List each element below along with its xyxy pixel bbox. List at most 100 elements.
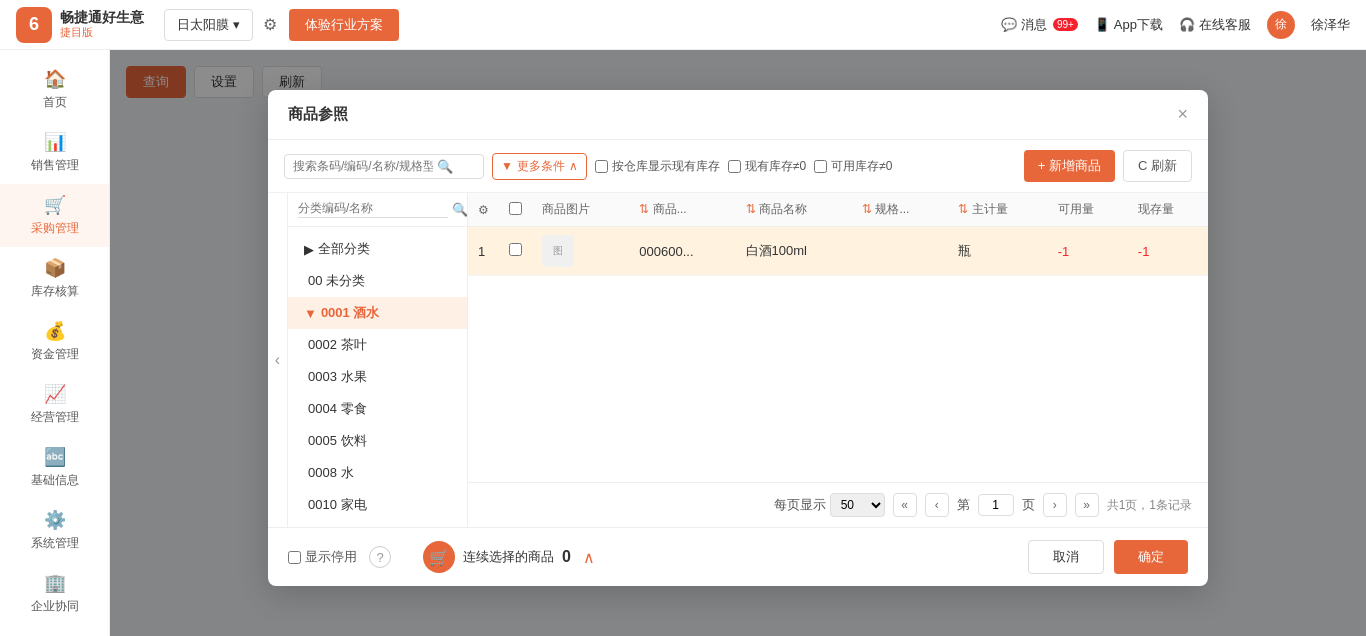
sidebar-item-7[interactable]: ⚙️系统管理 bbox=[0, 499, 109, 562]
col-checkbox[interactable] bbox=[499, 193, 532, 227]
pagination: 每页显示 50 100 200 « ‹ 第 页 bbox=[468, 482, 1208, 527]
sidebar-item-1[interactable]: 📊 销售管理 bbox=[0, 121, 109, 184]
table-header: ⚙ 商品图片 ⇅ 商品... ⇅ 商品名称 ⇅ 规格... ⇅ 主计量 可用量 bbox=[468, 193, 1208, 227]
sidebar-label-5: 经营管理 bbox=[31, 409, 79, 426]
help-icon[interactable]: ? bbox=[369, 546, 391, 568]
category-item-8[interactable]: 0010 家电 bbox=[288, 489, 467, 521]
select-all-checkbox[interactable] bbox=[509, 202, 522, 215]
product-thumb-0: 图 bbox=[542, 235, 574, 267]
sidebar-item-5[interactable]: 📈 经营管理 bbox=[0, 373, 109, 436]
trial-button[interactable]: 体验行业方案 bbox=[289, 9, 399, 41]
sort-name-icon: ⇅ bbox=[746, 202, 756, 216]
logo-text: 畅捷通好生意 bbox=[60, 9, 144, 26]
table-row[interactable]: 1 图 000600... 白酒100ml 瓶 -1 -1 bbox=[468, 227, 1208, 276]
col-image-label: 商品图片 bbox=[542, 202, 590, 216]
sidebar-icon-5: 📈 bbox=[44, 383, 66, 405]
show-disabled-label[interactable]: 显示停用 bbox=[288, 548, 357, 566]
filter-collapse-icon: ∧ bbox=[569, 159, 578, 173]
next-page-button[interactable]: › bbox=[1043, 493, 1067, 517]
cell-index-0: 1 bbox=[468, 227, 499, 276]
confirm-button[interactable]: 确定 bbox=[1114, 540, 1188, 574]
page-size-select[interactable]: 50 100 200 bbox=[830, 493, 885, 517]
settings-icon[interactable]: ⚙ bbox=[263, 15, 277, 34]
cancel-button[interactable]: 取消 bbox=[1028, 540, 1104, 574]
page-input[interactable] bbox=[978, 494, 1014, 516]
sidebar-item-3[interactable]: 📦 库存核算 bbox=[0, 247, 109, 310]
cell-checkbox-0[interactable] bbox=[499, 227, 532, 276]
logo-icon: 6 bbox=[16, 7, 52, 43]
filter-label: 更多条件 bbox=[517, 158, 565, 175]
show-disabled-checkbox[interactable] bbox=[288, 551, 301, 564]
cat-label-2: 0001 酒水 bbox=[321, 304, 380, 322]
filter-button[interactable]: ▼ 更多条件 ∧ bbox=[492, 153, 587, 180]
category-item-7[interactable]: 0008 水 bbox=[288, 457, 467, 489]
category-item-4[interactable]: 0003 水果 bbox=[288, 361, 467, 393]
col-unit[interactable]: ⇅ 主计量 bbox=[948, 193, 1047, 227]
category-search-input[interactable] bbox=[298, 201, 448, 218]
page-label: 第 bbox=[957, 496, 970, 514]
page-total-info: 共1页，1条记录 bbox=[1107, 497, 1192, 514]
category-item-5[interactable]: 0004 零食 bbox=[288, 393, 467, 425]
panel-collapse-button[interactable]: ‹ bbox=[268, 193, 288, 527]
cat-label-5: 0004 零食 bbox=[308, 400, 367, 418]
sidebar: 🏠首页 📊 销售管理 🛒采购管理 📦 库存核算 💰资金管理 📈 经营管理 🔤基础信息⚙️系统管理🏢… bbox=[0, 50, 110, 636]
cat-expand-icon-2: ▼ bbox=[304, 306, 317, 321]
col-settings[interactable]: ⚙ bbox=[468, 193, 499, 227]
sidebar-icon-3: 📦 bbox=[44, 257, 66, 279]
col-image: 商品图片 bbox=[532, 193, 629, 227]
col-name[interactable]: ⇅ 商品名称 bbox=[736, 193, 853, 227]
sidebar-item-8[interactable]: 🏢企业协同 bbox=[0, 562, 109, 625]
col-spec[interactable]: ⇅ 规格... bbox=[852, 193, 948, 227]
first-page-button[interactable]: « bbox=[893, 493, 917, 517]
category-item-0[interactable]: ▶ 全部分类 bbox=[288, 233, 467, 265]
search-input[interactable] bbox=[293, 159, 433, 173]
available-stock-checkbox-label[interactable]: 可用库存≠0 bbox=[814, 158, 892, 175]
avatar[interactable]: 徐 bbox=[1267, 11, 1295, 39]
message-icon: 💬 bbox=[1001, 17, 1017, 32]
sidebar-label-1: 销售管理 bbox=[31, 157, 79, 174]
warehouse-checkbox[interactable] bbox=[595, 160, 608, 173]
sidebar-label-3: 库存核算 bbox=[31, 283, 79, 300]
col-code[interactable]: ⇅ 商品... bbox=[629, 193, 735, 227]
username-initials: 徐 bbox=[1275, 16, 1287, 33]
available-stock-checkbox[interactable] bbox=[814, 160, 827, 173]
nav-right: 💬 消息 99+ 📱 App下载 🎧 在线客服 徐 徐泽华 bbox=[1001, 11, 1350, 39]
store-selector[interactable]: 日太阳膜 ▾ bbox=[164, 9, 253, 41]
modal-close-button[interactable]: × bbox=[1177, 104, 1188, 125]
navbar: 6 畅捷通好生意 捷目版 日太阳膜 ▾ ⚙ 体验行业方案 💬 消息 99+ 📱 … bbox=[0, 0, 1366, 50]
page-of-label: 页 bbox=[1022, 496, 1035, 514]
sidebar-item-0[interactable]: 🏠首页 bbox=[0, 58, 109, 121]
cart-text: 连续选择的商品 bbox=[463, 548, 554, 566]
category-search-icon: 🔍 bbox=[452, 202, 468, 217]
logo: 6 畅捷通好生意 捷目版 bbox=[16, 7, 144, 43]
category-item-3[interactable]: 0002 茶叶 bbox=[288, 329, 467, 361]
cart-collapse-icon[interactable]: ∧ bbox=[583, 548, 595, 567]
add-product-button[interactable]: + 新增商品 bbox=[1024, 150, 1115, 182]
prev-page-button[interactable]: ‹ bbox=[925, 493, 949, 517]
messages-item[interactable]: 💬 消息 99+ bbox=[1001, 16, 1078, 34]
app-download-item[interactable]: 📱 App下载 bbox=[1094, 16, 1163, 34]
current-stock-checkbox[interactable] bbox=[728, 160, 741, 173]
current-stock-checkbox-label[interactable]: 现有库存≠0 bbox=[728, 158, 806, 175]
row-checkbox-0[interactable] bbox=[509, 243, 522, 256]
category-item-1[interactable]: 00 未分类 bbox=[288, 265, 467, 297]
refresh-button[interactable]: C 刷新 bbox=[1123, 150, 1192, 182]
show-disabled-text: 显示停用 bbox=[305, 548, 357, 566]
sidebar-icon-1: 📊 bbox=[44, 131, 66, 153]
messages-badge: 99+ bbox=[1053, 18, 1078, 31]
table-panel: ⚙ 商品图片 ⇅ 商品... ⇅ 商品名称 ⇅ 规格... ⇅ 主计量 可用量 bbox=[468, 193, 1208, 527]
last-page-button[interactable]: » bbox=[1075, 493, 1099, 517]
sidebar-item-2[interactable]: 🛒采购管理 bbox=[0, 184, 109, 247]
page-size-label: 每页显示 bbox=[774, 496, 826, 514]
cat-label-6: 0005 饮料 bbox=[308, 432, 367, 450]
online-service-item[interactable]: 🎧 在线客服 bbox=[1179, 16, 1251, 34]
sidebar-label-7: 系统管理 bbox=[31, 535, 79, 552]
category-item-6[interactable]: 0005 饮料 bbox=[288, 425, 467, 457]
sidebar-item-9[interactable]: 🎯新手引导 bbox=[0, 625, 109, 636]
sidebar-item-4[interactable]: 💰资金管理 bbox=[0, 310, 109, 373]
category-item-2[interactable]: ▼ 0001 酒水 bbox=[288, 297, 467, 329]
warehouse-checkbox-label[interactable]: 按仓库显示现有库存 bbox=[595, 158, 720, 175]
cat-label-7: 0008 水 bbox=[308, 464, 354, 482]
modal-toolbar: 🔍 ▼ 更多条件 ∧ 按仓库显示现有库存 现有库存≠0 bbox=[268, 140, 1208, 193]
sidebar-item-6[interactable]: 🔤基础信息 bbox=[0, 436, 109, 499]
